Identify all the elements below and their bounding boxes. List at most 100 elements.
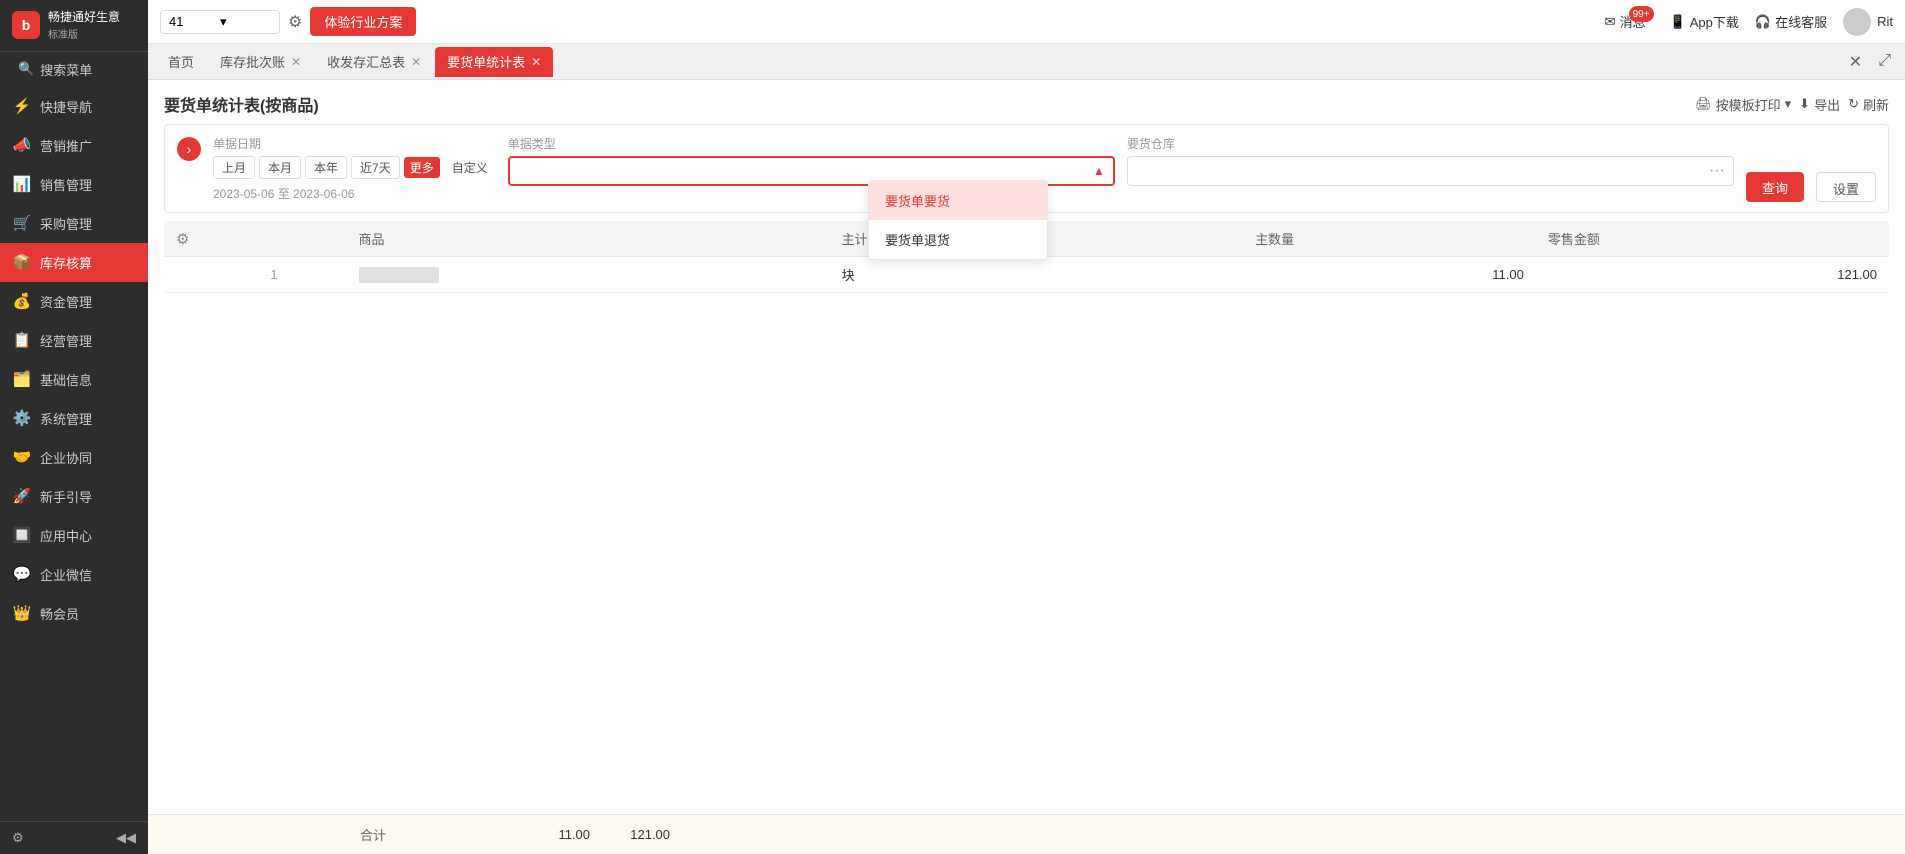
search-icon: 🔍 [18,61,34,77]
sidebar-item-label: 畅会员 [40,604,79,623]
marketing-icon: 📣 [12,136,32,154]
table-footer: 合计 11.00 121.00 [148,814,1905,854]
tab-receipt-summary-label: 收发存汇总表 [327,52,405,71]
tab-requisition-stats[interactable]: 要货单统计表 ✕ [435,47,553,77]
sidebar-item-wechat[interactable]: 💬 企业微信 [0,555,148,594]
sidebar-item-label: 资金管理 [40,292,92,311]
quick-nav-icon: ⚡ [12,97,32,115]
messages-btn[interactable]: ✉ 消息 99+ [1605,12,1646,31]
tab-inventory-batch-close[interactable]: ✕ [291,55,301,69]
date-btn-7days[interactable]: 近7天 [351,156,400,179]
table-settings-icon[interactable]: ⚙ [176,231,189,248]
table-row: 1 块 11.00 121.00 [164,257,1889,293]
tab-home[interactable]: 首页 [156,47,206,77]
refresh-icon: ↻ [1848,96,1859,112]
avatar [1843,8,1871,36]
export-btn[interactable]: ⬇ 导出 [1799,95,1840,114]
row-qty-cell: 11.00 [1243,257,1536,293]
tab-fullscreen-btn[interactable]: ⤢ [1872,50,1897,74]
sidebar-item-inventory[interactable]: 📦 库存核算 [0,243,148,282]
sidebar-item-quick-nav[interactable]: ⚡ 快捷导航 [0,87,148,126]
date-btn-this-year[interactable]: 本年 [305,156,347,179]
row-amount-cell: 121.00 [1536,257,1889,293]
sidebar-item-finance[interactable]: 💰 资金管理 [0,282,148,321]
dropdown-item-return[interactable]: 要货单退货 [869,220,1047,259]
footer-qty: 11.00 [510,827,590,842]
service-icon: 🎧 [1755,14,1771,30]
sidebar-item-system[interactable]: ⚙️ 系统管理 [0,399,148,438]
sidebar-item-label: 系统管理 [40,409,92,428]
sidebar-item-base[interactable]: 🗂️ 基础信息 [0,360,148,399]
sidebar-item-label: 营销推广 [40,136,92,155]
topbar-gear-icon[interactable]: ⚙ [288,12,302,32]
sidebar-item-marketing[interactable]: 📣 营销推广 [0,126,148,165]
guide-icon: 🚀 [12,487,32,505]
online-service-label: 在线客服 [1775,12,1827,31]
row-unit-cell: 块 [830,257,1244,293]
date-btn-last-month[interactable]: 上月 [213,156,255,179]
logo-icon: b [12,11,40,39]
page-actions: 🖨 按模板打印 ▾ ⬇ 导出 ↻ 刷新 [1695,95,1889,114]
system-icon: ⚙️ [12,409,32,427]
purchase-icon: 🛒 [12,214,32,232]
sidebar-item-label: 快捷导航 [40,97,92,116]
sidebar-bottom: ⚙ ◀◀ [0,821,148,854]
tab-expand-btn[interactable]: ✕ [1843,50,1868,74]
wechat-icon: 💬 [12,565,32,583]
sidebar-collapse-btn[interactable]: ◀◀ [116,830,136,846]
data-table-wrap: ⚙ 商品 主计量单位 主数量 零售金额 1 [148,221,1905,814]
sidebar-item-label: 库存核算 [40,253,92,272]
app-download-btn[interactable]: 📱 App下载 [1670,12,1739,31]
warehouse-more-icon: ··· [1709,162,1725,180]
print-dropdown-icon: ▾ [1785,96,1792,112]
page-header: 要货单统计表(按商品) 🖨 按模板打印 ▾ ⬇ 导出 ↻ 刷新 [148,80,1905,124]
footer-amount: 121.00 [590,827,670,842]
query-button[interactable]: 查询 [1746,172,1804,202]
sidebar-item-vip[interactable]: 👑 畅会员 [0,594,148,633]
sidebar-item-guide[interactable]: 🚀 新手引导 [0,477,148,516]
dropdown-item-requisition[interactable]: 要货单要货 [869,181,1047,220]
footer-label: 合计 [160,825,386,844]
print-template-btn[interactable]: 🖨 按模板打印 ▾ [1695,95,1791,114]
col-amount: 零售金额 [1536,221,1889,257]
date-range-display: 2023-05-06 至 2023-06-06 [213,185,496,202]
message-icon: ✉ [1605,14,1616,30]
store-selector[interactable]: 41 ▾ [160,10,280,34]
sidebar-item-label: 企业微信 [40,565,92,584]
app-download-label: App下载 [1690,12,1739,31]
finance-icon: 💰 [12,292,32,310]
apps-icon: 🔲 [12,526,32,544]
sidebar-item-enterprise[interactable]: 🤝 企业协同 [0,438,148,477]
topbar-left: 41 ▾ ⚙ 体验行业方案 [160,7,1605,36]
tab-home-label: 首页 [168,52,194,71]
sidebar-search[interactable]: 🔍 搜索菜单 [0,52,148,87]
refresh-btn[interactable]: ↻ 刷新 [1848,95,1889,114]
settings-icon[interactable]: ⚙ [12,830,24,846]
tab-receipt-summary-close[interactable]: ✕ [411,55,421,69]
filter-expand-btn[interactable]: › [177,137,201,161]
warehouse-filter-label: 要货仓库 [1127,135,1734,152]
tab-requisition-stats-close[interactable]: ✕ [531,55,541,69]
row-num-cell: 1 [201,257,346,293]
col-settings: ⚙ [164,221,201,257]
date-more-badge[interactable]: 更多 [404,157,440,178]
date-btn-custom[interactable]: 自定义 [444,157,496,178]
trial-button[interactable]: 体验行业方案 [310,7,416,36]
tab-inventory-batch-label: 库存批次账 [220,52,285,71]
sidebar-item-operation[interactable]: 📋 经营管理 [0,321,148,360]
tab-receipt-summary[interactable]: 收发存汇总表 ✕ [315,47,433,77]
sidebar-item-apps[interactable]: 🔲 应用中心 [0,516,148,555]
warehouse-input[interactable]: ··· [1127,156,1734,186]
sidebar-item-label: 应用中心 [40,526,92,545]
setting-button[interactable]: 设置 [1816,172,1876,202]
sidebar-item-purchase[interactable]: 🛒 采购管理 [0,204,148,243]
tab-inventory-batch[interactable]: 库存批次账 ✕ [208,47,313,77]
type-filter-label: 单据类型 [508,135,1115,152]
date-btn-this-month[interactable]: 本月 [259,156,301,179]
row-settings-cell [164,257,201,293]
app-logo: b 畅捷通好生意 标准版 [0,0,148,52]
sidebar-item-sales[interactable]: 📊 销售管理 [0,165,148,204]
user-avatar-area[interactable]: Rit [1843,8,1893,36]
online-service-btn[interactable]: 🎧 在线客服 [1755,12,1827,31]
type-select-arrow: ▲ [1093,164,1105,178]
